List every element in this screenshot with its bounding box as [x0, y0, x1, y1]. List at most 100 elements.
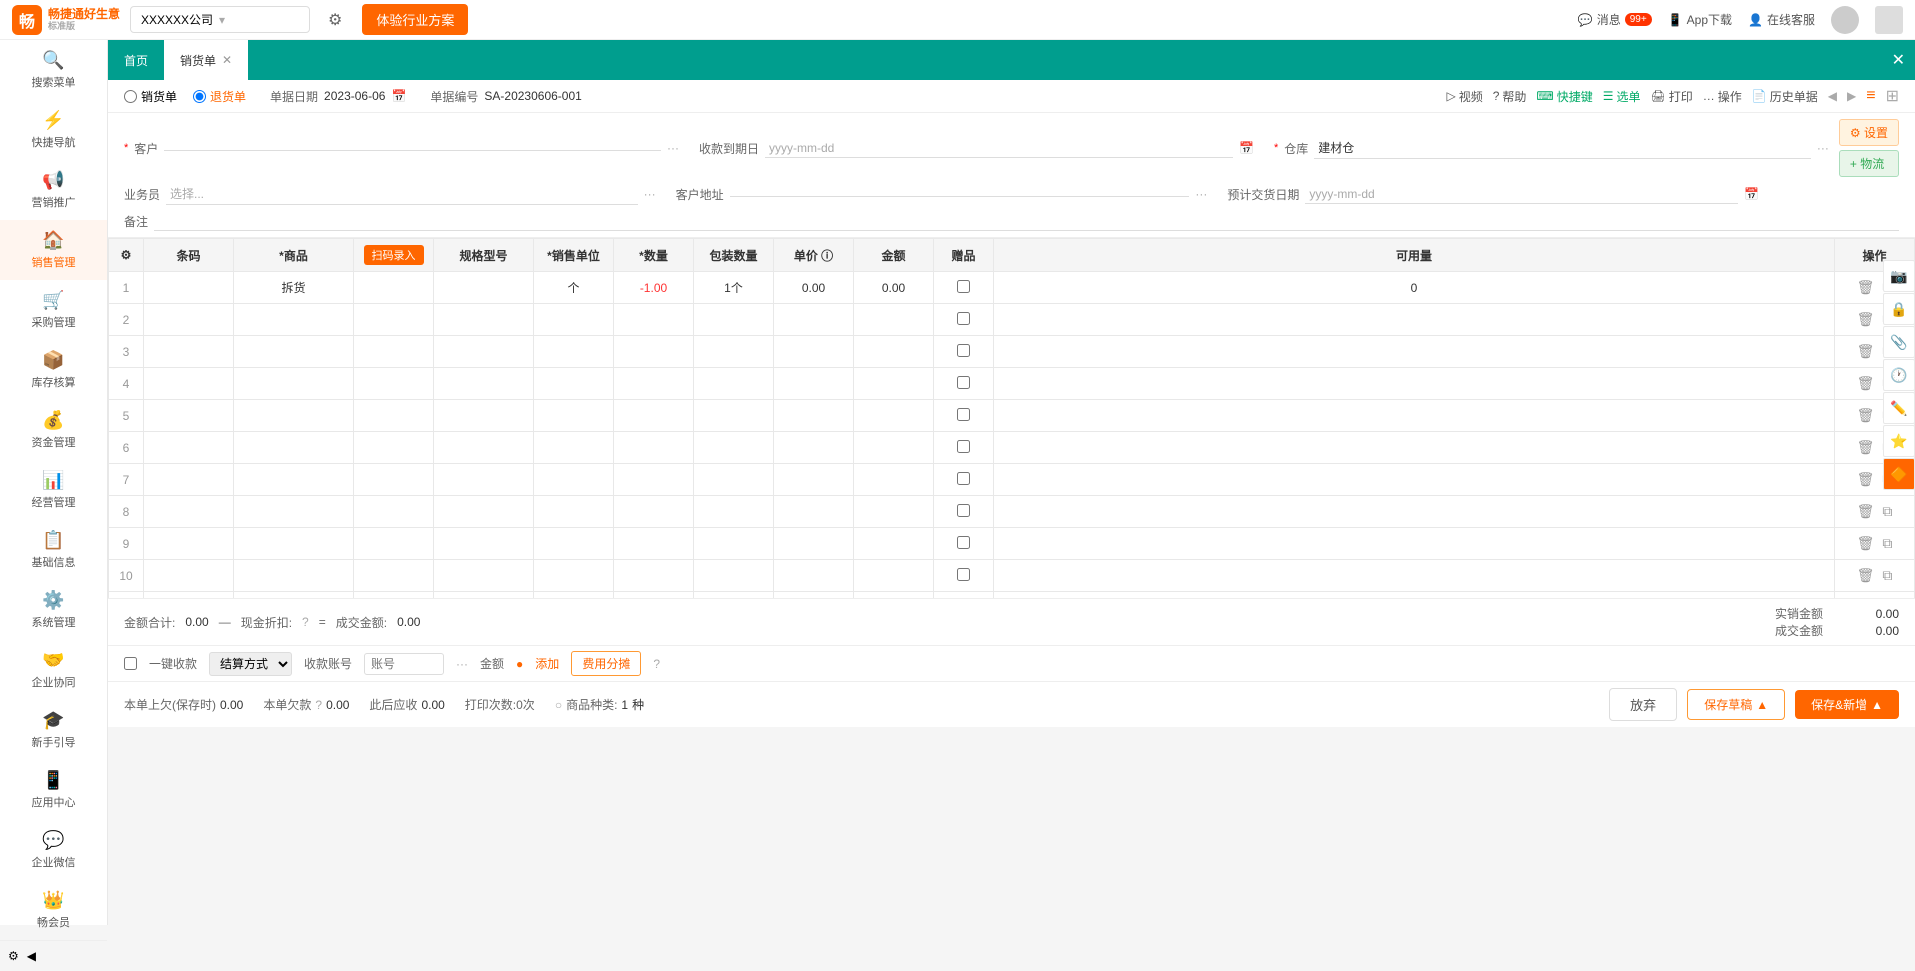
float-star[interactable]: ⭐ [1883, 425, 1915, 457]
sidebar-item-enterprise[interactable]: 🤝 企业协同 [0, 640, 107, 700]
row-qty[interactable] [614, 528, 694, 560]
row-qty[interactable]: -1.00 [614, 272, 694, 304]
account-input[interactable] [364, 653, 444, 675]
row-amount[interactable] [854, 464, 934, 496]
doc-number-value[interactable]: SA-20230606-001 [484, 89, 581, 103]
nav-next-icon[interactable]: ▶ [1847, 89, 1856, 103]
remark-input[interactable] [154, 211, 1899, 231]
row-spec[interactable] [434, 400, 534, 432]
row-spec[interactable] [434, 528, 534, 560]
row-unit[interactable] [534, 400, 614, 432]
row-pack-qty[interactable] [694, 528, 774, 560]
row-spec[interactable] [434, 368, 534, 400]
add-label[interactable]: 添加 [535, 655, 559, 672]
row-spec[interactable] [434, 272, 534, 304]
sidebar-item-base[interactable]: 📋 基础信息 [0, 520, 107, 580]
scan-btn[interactable]: 扫码录入 [364, 245, 424, 265]
float-edit[interactable]: ✏️ [1883, 392, 1915, 424]
row-price[interactable] [774, 560, 854, 592]
message-button[interactable]: 💬 消息 99+ [1578, 11, 1652, 28]
radio-return-input[interactable] [193, 90, 206, 103]
float-lock[interactable]: 🔒 [1883, 293, 1915, 325]
settings-icon[interactable]: ⚙ [328, 10, 342, 30]
radio-return[interactable]: 退货单 [193, 88, 246, 105]
row-gift[interactable] [934, 528, 994, 560]
row-pack-qty[interactable] [694, 560, 774, 592]
row-amount[interactable] [854, 336, 934, 368]
tab-home[interactable]: 首页 [108, 40, 164, 80]
sidebar-item-quicknav[interactable]: ⚡ 快捷导航 [0, 100, 107, 160]
sidebar-item-system[interactable]: ⚙️ 系统管理 [0, 580, 107, 640]
row-qty[interactable] [614, 496, 694, 528]
col-settings-header[interactable]: ⚙ [109, 239, 144, 272]
history-link[interactable]: 📄 历史单据 [1752, 88, 1818, 105]
row-pack-qty[interactable] [694, 368, 774, 400]
app-download-button[interactable]: 📱 App下载 [1668, 11, 1732, 28]
row-goods[interactable] [234, 464, 354, 496]
video-link[interactable]: ▷ 视频 [1446, 88, 1482, 105]
row-unit[interactable] [534, 496, 614, 528]
sidebar-item-purchase[interactable]: 🛒 采购管理 [0, 280, 107, 340]
trial-button[interactable]: 体验行业方案 [362, 4, 468, 35]
sidebar-item-sales[interactable]: 🏠 销售管理 [0, 220, 107, 280]
row-goods[interactable] [234, 496, 354, 528]
shortcut-link[interactable]: ⌨ 快捷键 [1536, 88, 1592, 105]
sidebar-item-search[interactable]: 🔍 搜索菜单 [0, 40, 107, 100]
nav-prev-icon[interactable]: ◀ [1828, 89, 1837, 103]
salesman-dots-icon[interactable]: ··· [644, 187, 656, 201]
delete-icon[interactable]: 🗑 [1857, 343, 1875, 360]
row-amount[interactable] [854, 432, 934, 464]
company-selector[interactable]: XXXXXX公司 ▾ [130, 6, 310, 33]
copy-icon[interactable]: ⧉ [1882, 567, 1892, 584]
save-draft-button[interactable]: 保存草稿 ▲ [1687, 689, 1785, 720]
save-new-button[interactable]: 保存&新增 ▲ [1795, 690, 1899, 719]
row-price[interactable] [774, 528, 854, 560]
online-service-button[interactable]: 👤 在线客服 [1748, 11, 1815, 28]
row-goods[interactable] [234, 368, 354, 400]
row-barcode[interactable] [144, 336, 234, 368]
delete-icon[interactable]: 🗑 [1857, 503, 1875, 520]
operation-link[interactable]: … 操作 [1703, 88, 1742, 105]
row-goods[interactable] [234, 528, 354, 560]
row-price[interactable] [774, 432, 854, 464]
payment-calendar-icon[interactable]: 📅 [1239, 141, 1254, 155]
delete-icon[interactable]: 🗑 [1857, 375, 1875, 392]
sidebar-settings-icon[interactable]: ⚙ [8, 949, 19, 963]
row-price[interactable] [774, 496, 854, 528]
row-unit[interactable] [534, 528, 614, 560]
row-goods[interactable] [234, 560, 354, 592]
radio-sale-input[interactable] [124, 90, 137, 103]
row-goods[interactable]: 拆货 [234, 272, 354, 304]
row-gift[interactable] [934, 368, 994, 400]
customer-addr-input[interactable] [730, 192, 1190, 197]
row-pack-qty[interactable] [694, 304, 774, 336]
expected-calendar-icon[interactable]: 📅 [1744, 187, 1759, 201]
row-spec[interactable] [434, 496, 534, 528]
customer-input[interactable] [164, 146, 661, 151]
row-amount[interactable] [854, 560, 934, 592]
account-dots-icon[interactable]: ··· [456, 657, 468, 671]
salesman-input[interactable]: 选择... [166, 183, 638, 205]
question-icon-2[interactable]: ? [315, 698, 322, 712]
row-amount[interactable] [854, 528, 934, 560]
row-barcode[interactable] [144, 496, 234, 528]
row-unit[interactable] [534, 304, 614, 336]
sidebar-item-finance[interactable]: 💰 资金管理 [0, 400, 107, 460]
discard-button[interactable]: 放弃 [1609, 688, 1677, 721]
settings-button[interactable]: ⚙ 设置 [1839, 119, 1899, 146]
one-click-checkbox[interactable] [124, 657, 137, 670]
delete-icon[interactable]: 🗑 [1857, 535, 1875, 552]
float-orange[interactable]: 🔶 [1883, 458, 1915, 490]
row-goods[interactable] [234, 400, 354, 432]
row-unit[interactable] [534, 464, 614, 496]
row-goods[interactable] [234, 432, 354, 464]
row-barcode[interactable] [144, 432, 234, 464]
calc-method-select[interactable]: 结算方式 [209, 652, 292, 676]
row-qty[interactable] [614, 400, 694, 432]
float-history[interactable]: 🕐 [1883, 359, 1915, 391]
user-menu[interactable] [1875, 6, 1903, 34]
row-gift[interactable] [934, 432, 994, 464]
row-pack-qty[interactable] [694, 496, 774, 528]
select-link[interactable]: ☰ 选单 [1603, 88, 1641, 105]
doc-date-value[interactable]: 2023-06-06 [324, 89, 385, 103]
